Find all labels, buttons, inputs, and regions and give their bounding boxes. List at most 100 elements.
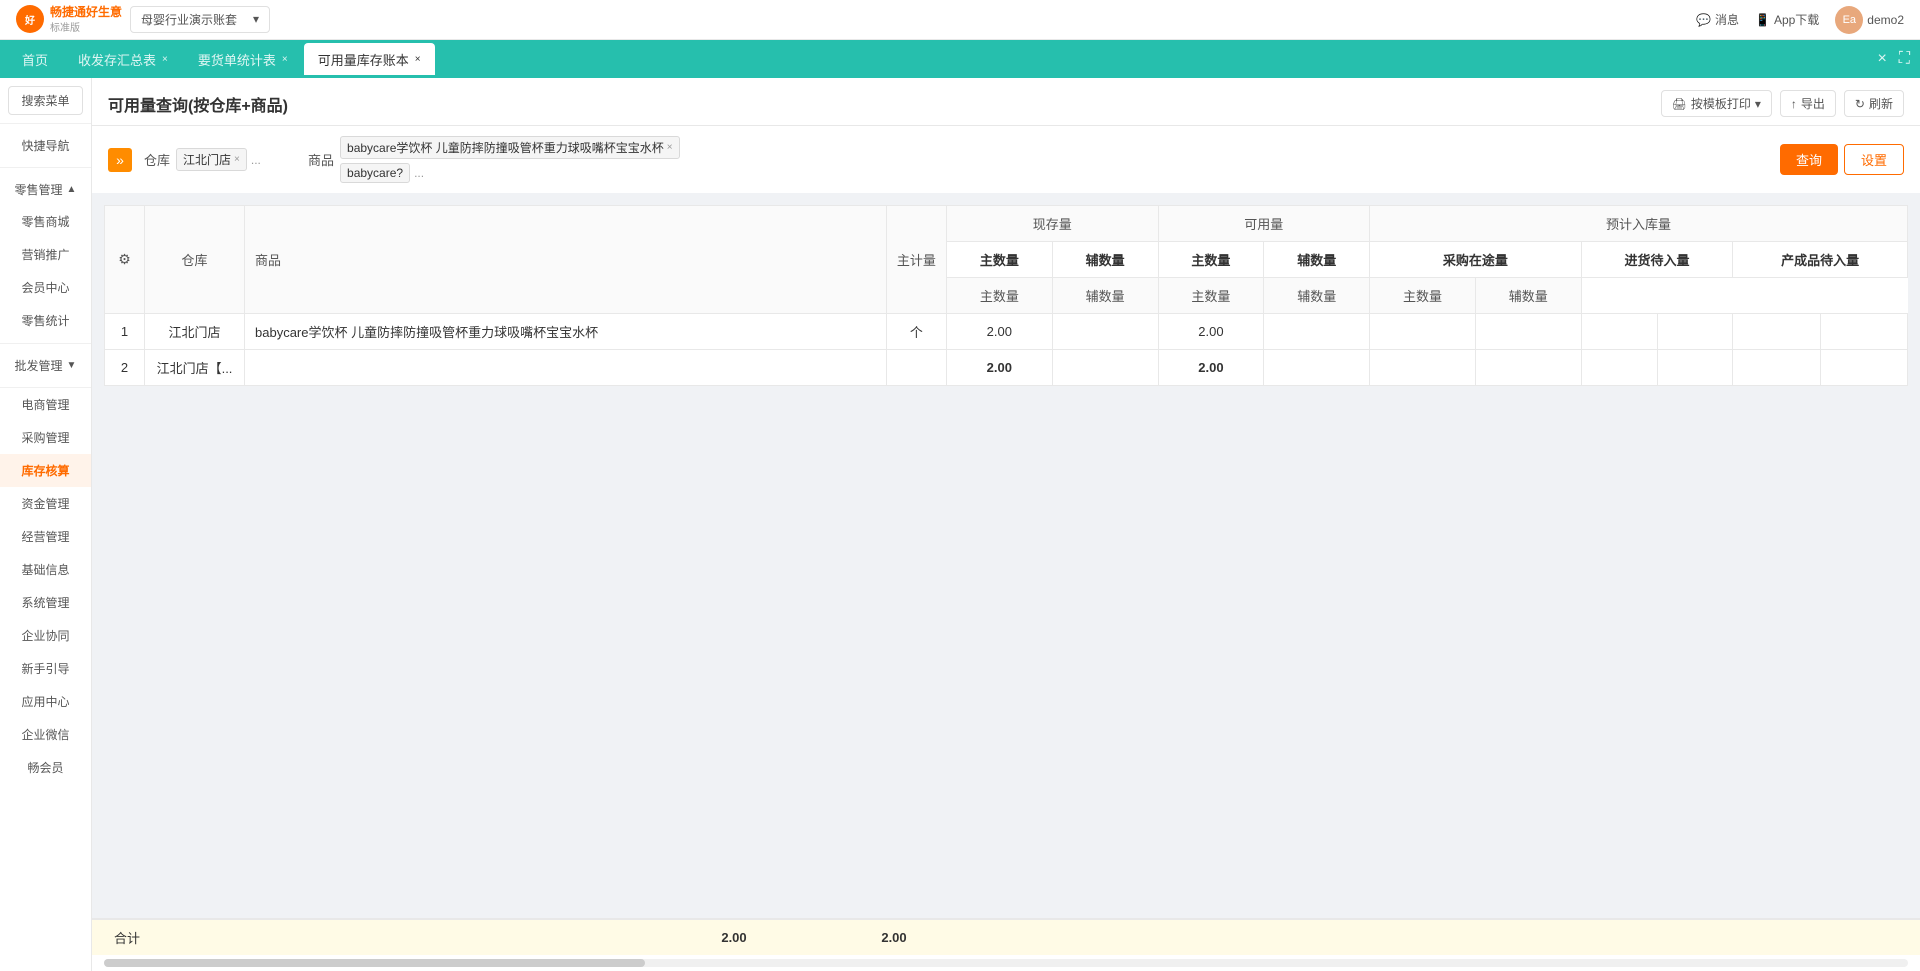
member-vip-label: 畅会员 <box>27 759 63 776</box>
product-tag-babycare2[interactable]: babycare? <box>340 163 410 183</box>
sidebar-item-ecommerce[interactable]: 电商管理 <box>0 388 91 421</box>
tab-receive-close[interactable]: × <box>162 54 168 65</box>
tab-receive-summary[interactable]: 收发存汇总表 × <box>64 43 182 75</box>
system-label: 系统管理 <box>21 594 69 611</box>
enterprise-wechat-label: 企业微信 <box>21 726 69 743</box>
user-action[interactable]: Ea demo2 <box>1835 6 1904 34</box>
row1-stock-aux <box>1052 314 1158 350</box>
settings-button[interactable]: 设置 <box>1844 144 1904 175</box>
export-button[interactable]: ↑ 导出 <box>1780 90 1836 117</box>
sidebar-item-member[interactable]: 会员中心 <box>0 271 91 304</box>
scroll-thumb[interactable] <box>104 959 645 967</box>
sidebar-item-quick-nav[interactable]: 快捷导航 <box>0 130 91 161</box>
row1-prod-main <box>1733 314 1820 350</box>
sidebar-item-basic-info[interactable]: 基础信息 <box>0 553 91 586</box>
retail-section: 零售管理 ▲ 零售商城 营销推广 会员中心 零售统计 <box>0 168 91 344</box>
total-stock-main: 2.00 <box>694 930 774 945</box>
download-action[interactable]: 📱 App下载 <box>1755 11 1819 28</box>
sidebar-item-retail-stats[interactable]: 零售统计 <box>0 304 91 337</box>
tab-home[interactable]: 首页 <box>8 43 62 75</box>
app-center-label: 应用中心 <box>21 693 69 710</box>
sidebar-item-member-vip[interactable]: 畅会员 <box>0 751 91 784</box>
guide-label: 新手引导 <box>21 660 69 677</box>
top-bar-right: 💬 消息 📱 App下载 Ea demo2 <box>1696 6 1904 34</box>
warehouse-tag-jiangbei[interactable]: 江北门店 × <box>176 148 247 171</box>
retail-stats-label: 零售统计 <box>21 312 69 329</box>
export-icon: ↑ <box>1791 97 1797 111</box>
warehouse-more[interactable]: ... <box>251 153 261 167</box>
product-tag2-text: babycare? <box>347 166 403 180</box>
table-area: ⚙ 仓库 商品 主计量 现存量 可用量 预计入库量 主数量 辅数量 主数量 辅数… <box>92 193 1920 918</box>
filter-expand-button[interactable]: » <box>108 148 132 172</box>
total-row: 合计 2.00 2.00 <box>104 928 1908 947</box>
message-action[interactable]: 💬 消息 <box>1696 11 1739 28</box>
tab-available-stock[interactable]: 可用量库存账本 × <box>304 43 435 75</box>
print-button[interactable]: 🖨 按模板打印 ▾ <box>1661 90 1772 117</box>
warehouse-tag-text: 江北门店 <box>183 151 231 168</box>
row1-product: babycare学饮杯 儿童防摔防撞吸管杯重力球吸嘴杯宝宝水杯 <box>245 314 887 350</box>
industry-selector[interactable]: 母婴行业演示账套 ▾ <box>130 6 270 33</box>
horizontal-scrollbar[interactable] <box>104 959 1908 967</box>
sidebar-item-finance[interactable]: 资金管理 <box>0 487 91 520</box>
row2-stock-main: 2.00 <box>946 350 1052 386</box>
tab-close-all[interactable]: × <box>1875 48 1888 70</box>
download-icon: 📱 <box>1755 13 1770 27</box>
search-menu-button[interactable]: 搜索菜单 <box>8 86 83 115</box>
tab-order-stats[interactable]: 要货单统计表 × <box>184 43 302 75</box>
page-header: 可用量查询(按仓库+商品) 🖨 按模板打印 ▾ ↑ 导出 ↻ 刷新 <box>92 78 1920 126</box>
tab-bar: 首页 收发存汇总表 × 要货单统计表 × 可用量库存账本 × × ⛶ <box>0 40 1920 78</box>
scroll-bar-area <box>92 955 1920 971</box>
product-tag-babycare[interactable]: babycare学饮杯 儿童防摔防撞吸管杯重力球吸嘴杯宝宝水杯 × <box>340 136 680 159</box>
product-more[interactable]: ... <box>414 166 424 180</box>
row1-available-aux <box>1264 314 1370 350</box>
query-button[interactable]: 查询 <box>1780 144 1838 175</box>
sidebar-item-inventory[interactable]: 库存核算 <box>0 454 91 487</box>
th-stock-main: 主数量 <box>946 242 1052 278</box>
inventory-label: 库存核算 <box>21 462 69 479</box>
refresh-button[interactable]: ↻ 刷新 <box>1844 90 1904 117</box>
basic-info-label: 基础信息 <box>21 561 69 578</box>
row1-in-aux <box>1657 314 1733 350</box>
row1-unit: 个 <box>886 314 946 350</box>
retail-mall-label: 零售商城 <box>21 213 69 230</box>
product-tag-close[interactable]: × <box>667 142 673 153</box>
operations-label: 经营管理 <box>21 528 69 545</box>
sidebar-item-app-center[interactable]: 应用中心 <box>0 685 91 718</box>
tab-available-close[interactable]: × <box>415 54 421 65</box>
th-unit: 主计量 <box>886 206 946 314</box>
print-label: 按模板打印 <box>1691 95 1751 112</box>
th-produced-pending: 产成品待入量 <box>1733 242 1908 278</box>
sidebar-item-system[interactable]: 系统管理 <box>0 586 91 619</box>
row2-prod-aux <box>1820 350 1907 386</box>
tab-fullscreen[interactable]: ⛶ <box>1897 48 1912 70</box>
logo-sub: 标准版 <box>50 19 122 34</box>
wholesale-section: 批发管理 ▼ <box>0 344 91 388</box>
industry-selector-value: 母婴行业演示账套 <box>141 11 237 28</box>
print-icon: 🖨 <box>1672 97 1687 111</box>
row2-in-main <box>1581 350 1657 386</box>
sidebar-item-operations[interactable]: 经营管理 <box>0 520 91 553</box>
row1-pt-aux <box>1475 314 1581 350</box>
refresh-label: 刷新 <box>1869 95 1893 112</box>
export-label: 导出 <box>1801 95 1825 112</box>
sidebar-item-retail-mall[interactable]: 零售商城 <box>0 205 91 238</box>
sidebar-item-enterprise-collab[interactable]: 企业协同 <box>0 619 91 652</box>
sidebar-item-enterprise-wechat[interactable]: 企业微信 <box>0 718 91 751</box>
th-available-main: 主数量 <box>1158 242 1264 278</box>
product-tag-text: babycare学饮杯 儿童防摔防撞吸管杯重力球吸嘴杯宝宝水杯 <box>347 139 664 156</box>
th-incoming-aux: 辅数量 <box>1264 278 1370 314</box>
product-filter-label: 商品 <box>308 150 334 169</box>
warehouse-tag-close[interactable]: × <box>234 154 240 165</box>
sidebar-item-guide[interactable]: 新手引导 <box>0 652 91 685</box>
enterprise-collab-label: 企业协同 <box>21 627 69 644</box>
avatar: Ea <box>1835 6 1863 34</box>
purchase-label: 采购管理 <box>21 429 69 446</box>
th-incoming-group: 预计入库量 <box>1370 206 1908 242</box>
tab-order-close[interactable]: × <box>282 54 288 65</box>
sidebar-item-wholesale[interactable]: 批发管理 ▼ <box>0 350 91 381</box>
sidebar-item-retail-manage[interactable]: 零售管理 ▲ <box>0 174 91 205</box>
sidebar-item-purchase[interactable]: 采购管理 <box>0 421 91 454</box>
th-warehouse: 仓库 <box>145 206 245 314</box>
quick-nav-label: 快捷导航 <box>21 137 69 154</box>
sidebar-item-marketing[interactable]: 营销推广 <box>0 238 91 271</box>
